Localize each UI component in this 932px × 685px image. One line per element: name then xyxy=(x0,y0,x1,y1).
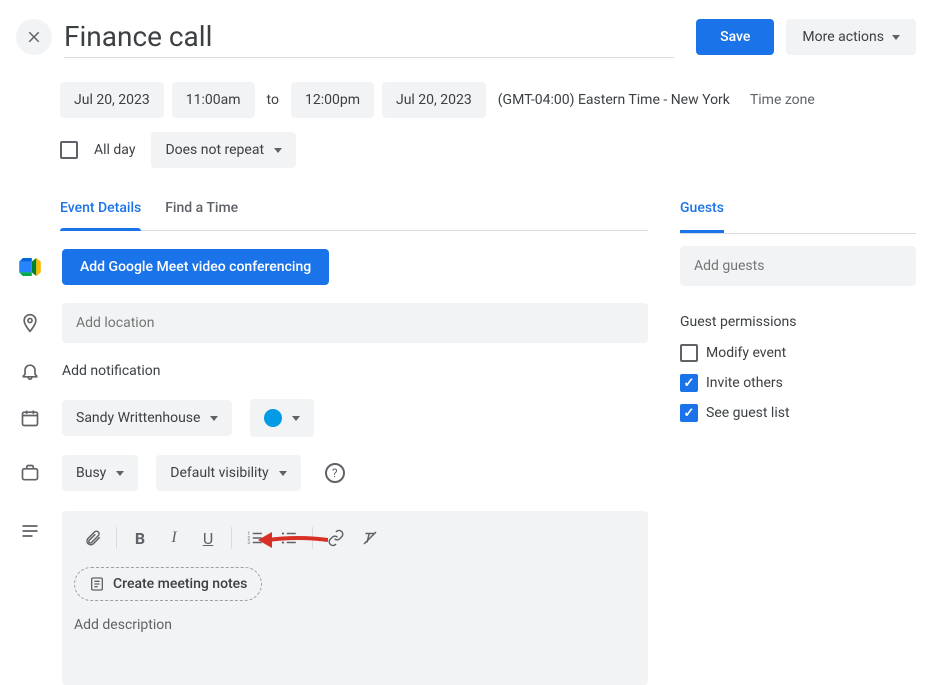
timezone-label: (GMT-04:00) Eastern Time - New York xyxy=(494,92,734,108)
repeat-dropdown[interactable]: Does not repeat xyxy=(151,132,296,168)
svg-text:3: 3 xyxy=(248,540,251,546)
organizer-name: Sandy Writtenhouse xyxy=(76,410,200,426)
detail-tabs: Event Details Find a Time xyxy=(60,196,648,231)
color-dropdown[interactable] xyxy=(250,399,314,437)
underline-icon: U xyxy=(203,529,213,548)
meet-icon xyxy=(16,258,44,276)
see-guest-list-checkbox[interactable] xyxy=(680,404,698,422)
end-date-chip[interactable]: Jul 20, 2023 xyxy=(382,82,486,118)
visibility-dropdown[interactable]: Default visibility xyxy=(156,455,300,491)
organizer-dropdown[interactable]: Sandy Writtenhouse xyxy=(62,400,232,436)
clear-format-icon xyxy=(361,529,379,547)
availability-value: Busy xyxy=(76,465,106,481)
tab-find-a-time[interactable]: Find a Time xyxy=(165,196,238,230)
paperclip-icon xyxy=(84,529,102,547)
bold-icon: B xyxy=(135,529,145,548)
more-actions-button[interactable]: More actions xyxy=(786,19,916,55)
location-icon xyxy=(16,313,44,333)
attach-button[interactable] xyxy=(78,523,108,553)
caret-down-icon xyxy=(116,471,124,476)
bell-icon xyxy=(16,361,44,381)
end-time-chip[interactable]: 12:00pm xyxy=(291,82,374,118)
all-day-checkbox[interactable] xyxy=(60,141,78,159)
underline-button[interactable]: U xyxy=(193,523,223,553)
tab-guests[interactable]: Guests xyxy=(680,196,724,233)
close-button[interactable] xyxy=(16,19,52,55)
description-placeholder[interactable]: Add description xyxy=(74,613,636,673)
timezone-link[interactable]: Time zone xyxy=(750,92,815,108)
notes-icon xyxy=(89,576,105,592)
modify-event-label: Modify event xyxy=(706,345,786,361)
event-title-input[interactable] xyxy=(64,16,674,58)
visibility-value: Default visibility xyxy=(170,465,268,481)
italic-icon: I xyxy=(171,529,176,547)
availability-dropdown[interactable]: Busy xyxy=(62,455,138,491)
link-icon xyxy=(327,529,345,547)
tab-event-details[interactable]: Event Details xyxy=(60,196,141,230)
briefcase-icon xyxy=(16,463,44,483)
calendar-icon xyxy=(16,408,44,428)
color-swatch xyxy=(264,409,282,427)
bold-button[interactable]: B xyxy=(125,523,155,553)
add-notification-link[interactable]: Add notification xyxy=(62,363,161,379)
more-actions-label: More actions xyxy=(802,29,884,45)
close-icon xyxy=(25,28,43,46)
all-day-label: All day xyxy=(94,142,135,158)
guest-permissions-title: Guest permissions xyxy=(680,314,916,330)
repeat-value: Does not repeat xyxy=(165,142,264,158)
to-label: to xyxy=(263,92,283,108)
italic-button[interactable]: I xyxy=(159,523,189,553)
start-date-chip[interactable]: Jul 20, 2023 xyxy=(60,82,164,118)
invite-others-label: Invite others xyxy=(706,375,783,391)
save-button[interactable]: Save xyxy=(696,19,774,55)
invite-others-checkbox[interactable] xyxy=(680,374,698,392)
add-meet-button[interactable]: Add Google Meet video conferencing xyxy=(62,249,329,285)
caret-down-icon xyxy=(892,35,900,40)
location-input[interactable] xyxy=(62,303,648,343)
caret-down-icon xyxy=(274,148,282,153)
help-icon[interactable]: ? xyxy=(325,463,345,483)
start-time-chip[interactable]: 11:00am xyxy=(172,82,255,118)
clear-format-button[interactable] xyxy=(355,523,385,553)
caret-down-icon xyxy=(292,416,300,421)
description-icon xyxy=(16,521,44,541)
caret-down-icon xyxy=(279,471,287,476)
description-box: B I U 123 Create meeting notes Ad xyxy=(62,511,648,685)
create-meeting-notes-chip[interactable]: Create meeting notes xyxy=(74,567,262,601)
format-toolbar: B I U 123 xyxy=(74,523,636,563)
annotation-arrow xyxy=(258,528,328,552)
caret-down-icon xyxy=(210,416,218,421)
see-guest-list-label: See guest list xyxy=(706,405,790,421)
add-guests-input[interactable] xyxy=(680,246,916,286)
modify-event-checkbox[interactable] xyxy=(680,344,698,362)
notes-chip-label: Create meeting notes xyxy=(113,576,247,592)
